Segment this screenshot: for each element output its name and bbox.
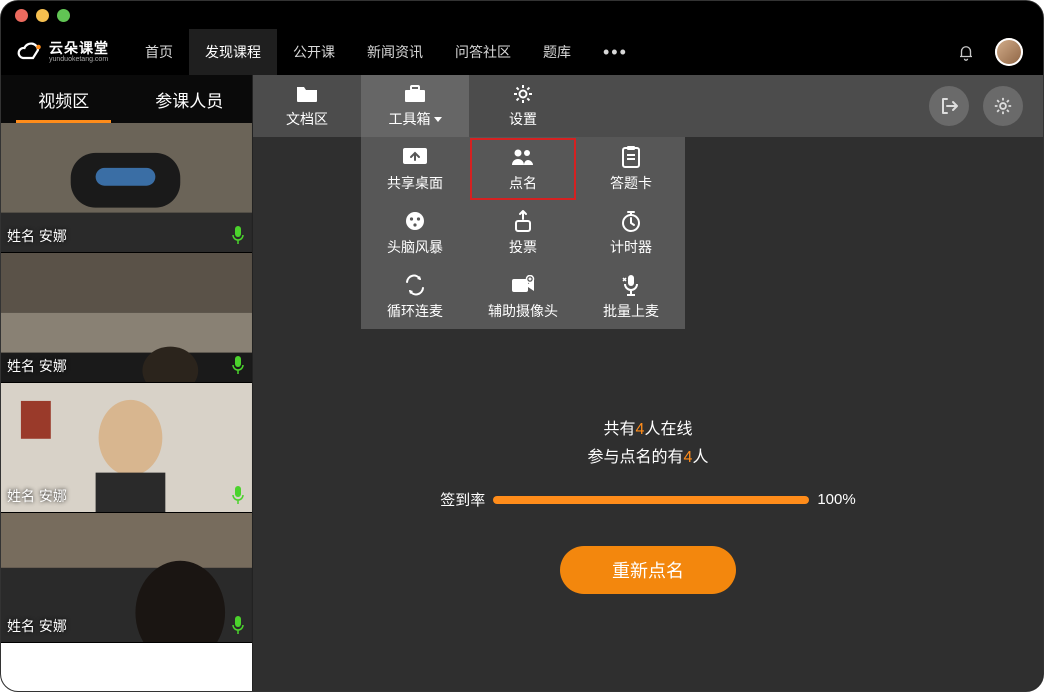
bell-icon[interactable]: [957, 43, 975, 61]
side-tab[interactable]: 视频区: [1, 75, 127, 123]
doc-area-tab[interactable]: 文档区: [253, 75, 361, 137]
nav-item[interactable]: 公开课: [277, 29, 351, 75]
answer-card-icon: [620, 145, 642, 169]
maximize-window-icon[interactable]: [57, 9, 70, 22]
sidebar: 视频区参课人员 姓名 安娜 姓名 安娜 姓名 安娜: [1, 75, 253, 692]
main-toolbar: 文档区 工具箱 设置: [253, 75, 1043, 137]
vote-icon: [513, 209, 533, 233]
progress-bar: [493, 496, 809, 504]
logo-subtext: yunduoketang.com: [49, 56, 109, 63]
settings-tab[interactable]: 设置: [469, 75, 577, 137]
settings-button[interactable]: [983, 86, 1023, 126]
rollcall-stats: 共有4人在线 参与点名的有4人 签到率 100% 重新点名: [253, 415, 1043, 594]
toolbox-item-answer-card[interactable]: 答题卡: [577, 137, 685, 201]
folder-icon: [295, 83, 319, 105]
video-cell[interactable]: 姓名 安娜: [1, 513, 252, 643]
aux-camera-icon: [510, 273, 536, 297]
exit-button[interactable]: [929, 86, 969, 126]
participant-name: 姓名 安娜: [7, 616, 67, 636]
video-cell[interactable]: 姓名 安娜: [1, 123, 252, 253]
mic-icon[interactable]: [232, 616, 244, 634]
main-area: 文档区 工具箱 设置: [253, 75, 1043, 692]
nav-item[interactable]: 发现课程: [189, 29, 277, 75]
toolbox-item-vote[interactable]: 投票: [469, 201, 577, 265]
mic-icon[interactable]: [232, 356, 244, 374]
share-screen-icon: [402, 145, 428, 169]
exit-icon: [939, 96, 959, 116]
mic-icon[interactable]: [232, 486, 244, 504]
nav-item[interactable]: 新闻资讯: [351, 29, 439, 75]
participant-name: 姓名 安娜: [7, 486, 67, 506]
online-count: 共有4人在线: [604, 415, 693, 439]
video-list: 姓名 安娜 姓名 安娜 姓名 安娜 姓名 安娜: [1, 123, 252, 692]
loop-mic-icon: [403, 273, 427, 297]
toolbox-item-loop-mic[interactable]: 循环连麦: [361, 265, 469, 329]
chevron-down-icon: [434, 117, 442, 122]
participated-count: 参与点名的有4人: [588, 443, 709, 467]
close-window-icon[interactable]: [15, 9, 28, 22]
timer-icon: [620, 209, 642, 233]
nav-item[interactable]: 首页: [129, 29, 189, 75]
video-cell[interactable]: 姓名 安娜: [1, 383, 252, 513]
toolbox-item-brainstorm[interactable]: 头脑风暴: [361, 201, 469, 265]
toolbox-item-batch-mic[interactable]: 批量上麦: [577, 265, 685, 329]
gear-icon: [512, 83, 534, 105]
video-cell-empty: [1, 643, 252, 692]
nav-more-icon[interactable]: •••: [587, 42, 644, 63]
nav-item[interactable]: 问答社区: [439, 29, 527, 75]
participant-name: 姓名 安娜: [7, 226, 67, 246]
toolbox-item-aux-camera[interactable]: 辅助摄像头: [469, 265, 577, 329]
re-rollcall-button[interactable]: 重新点名: [560, 546, 736, 594]
roll-call-icon: [510, 145, 536, 169]
toolbox-tab[interactable]: 工具箱: [361, 75, 469, 137]
nav-item[interactable]: 题库: [527, 29, 587, 75]
app-window: 云朵课堂 yunduoketang.com 首页发现课程公开课新闻资讯问答社区题…: [0, 0, 1044, 692]
gear-icon: [993, 96, 1013, 116]
participant-name: 姓名 安娜: [7, 356, 67, 376]
brand-logo[interactable]: 云朵课堂 yunduoketang.com: [17, 41, 109, 63]
attendance-rate: 签到率 100%: [440, 489, 855, 510]
batch-mic-icon: [621, 273, 641, 297]
toolbox-dropdown: 共享桌面点名答题卡头脑风暴投票计时器循环连麦辅助摄像头批量上麦: [361, 137, 685, 329]
mic-icon[interactable]: [232, 226, 244, 244]
video-cell[interactable]: 姓名 安娜: [1, 253, 252, 383]
top-nav: 云朵课堂 yunduoketang.com 首页发现课程公开课新闻资讯问答社区题…: [1, 29, 1043, 75]
minimize-window-icon[interactable]: [36, 9, 49, 22]
toolbox-item-roll-call[interactable]: 点名: [469, 137, 577, 201]
brainstorm-icon: [404, 209, 426, 233]
logo-text: 云朵课堂: [49, 41, 109, 55]
toolbox-item-share-screen[interactable]: 共享桌面: [361, 137, 469, 201]
briefcase-icon: [403, 83, 427, 105]
user-avatar[interactable]: [995, 38, 1023, 66]
window-titlebar: [1, 1, 1043, 29]
side-tab[interactable]: 参课人员: [127, 75, 253, 123]
toolbox-item-timer[interactable]: 计时器: [577, 201, 685, 265]
cloud-icon: [17, 41, 45, 63]
